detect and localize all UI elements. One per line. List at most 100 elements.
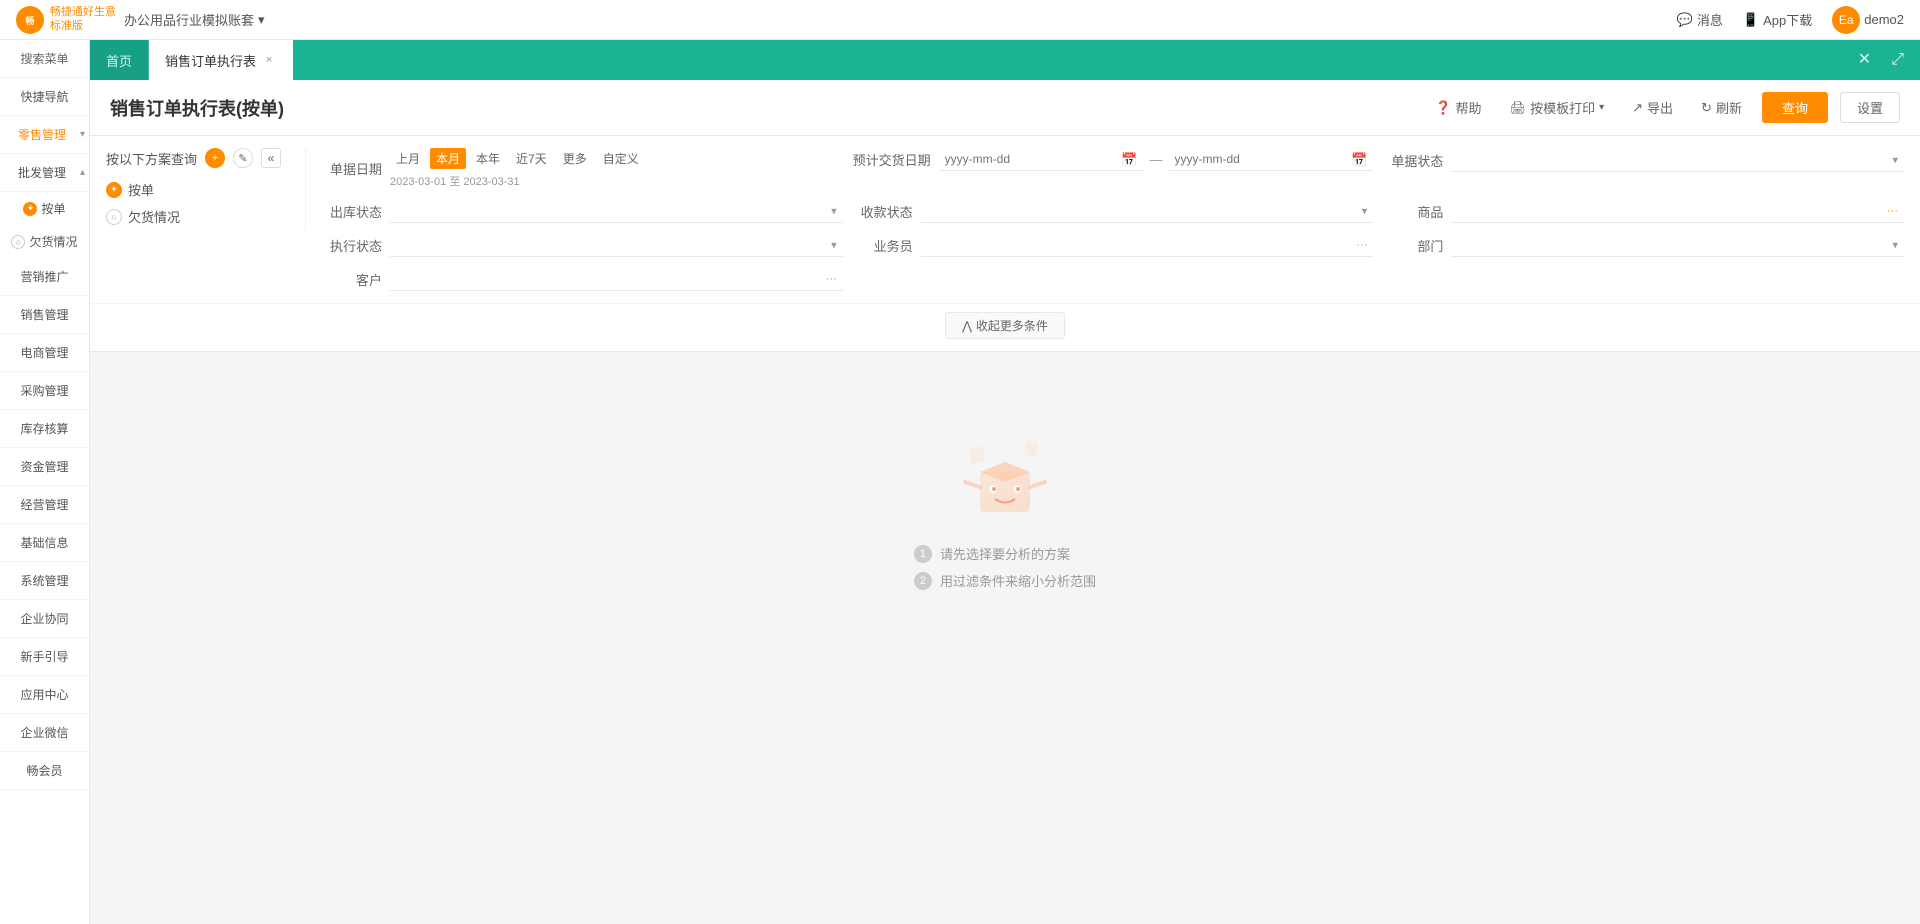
avatar: Ea <box>1832 6 1860 34</box>
collect-status-select[interactable] <box>921 199 1374 223</box>
chevron-down-icon: ▾ <box>258 12 265 28</box>
salesman-more-button[interactable]: ··· <box>1356 239 1367 251</box>
sidebar-item-wholesale[interactable]: 批发管理 ▴ <box>0 154 89 192</box>
logo-text: 畅捷通好生意 标准版 <box>50 6 116 32</box>
query-button[interactable]: 查询 <box>1762 92 1828 123</box>
doc-status-select[interactable] <box>1451 148 1904 172</box>
sidebar-item-purchase[interactable]: 采购管理 <box>0 372 89 410</box>
sidebar-sub-item-shortage[interactable]: ○ 欠货情况 <box>0 225 89 258</box>
empty-tips: 1 请先选择要分析的方案 2 用过滤条件来缩小分析范围 <box>914 544 1096 590</box>
logo-icon: 畅 <box>16 6 44 34</box>
dept-select[interactable] <box>1451 233 1904 257</box>
scheme-dot-icon: ✦ <box>106 182 122 198</box>
filter-exec-status-field: 执行状态 <box>322 233 843 257</box>
filter-fields: 单据日期 上月 本月 本年 近7天 更多 自定义 20 <box>306 148 1904 291</box>
sidebar-item-system[interactable]: 系统管理 <box>0 562 89 600</box>
refresh-icon: ↻ <box>1701 100 1712 116</box>
cur-year-btn[interactable]: 本年 <box>470 148 506 169</box>
sidebar-item-wechat[interactable]: 企业微信 <box>0 714 89 752</box>
salesman-input[interactable] <box>921 233 1374 257</box>
print-button[interactable]: 🖨 按模板打印 <box>1502 94 1613 121</box>
sidebar-item-member[interactable]: 畅会员 <box>0 752 89 790</box>
empty-state: 1 请先选择要分析的方案 2 用过滤条件来缩小分析范围 <box>90 352 1920 670</box>
sidebar-item-quick-nav[interactable]: 快捷导航 <box>0 78 89 116</box>
tab-close-button[interactable]: × <box>262 52 276 68</box>
sidebar-item-retail[interactable]: 零售管理 ▾ <box>0 116 89 154</box>
message-button[interactable]: 💬 消息 <box>1677 10 1723 29</box>
sidebar-item-operations[interactable]: 经营管理 <box>0 486 89 524</box>
tab-sales-order[interactable]: 销售订单执行表 × <box>149 40 293 80</box>
print-icon: 🖨 <box>1510 100 1527 116</box>
filter-ship-status-field: 出库状态 <box>322 199 843 223</box>
filter-bottom: ⋀ 收起更多条件 <box>90 303 1920 351</box>
date-separator: — <box>1150 152 1163 167</box>
collapse-icon: ⋀ <box>962 319 972 333</box>
collapse-filter-button[interactable]: ⋀ 收起更多条件 <box>945 312 1065 339</box>
close-window-button[interactable]: ✕ <box>1850 48 1879 72</box>
filter-expected-date-field: 预计交货日期 📅 — 📅 <box>853 148 1374 171</box>
circle-icon: ○ <box>11 235 25 249</box>
export-button[interactable]: ↗ 导出 <box>1624 94 1681 121</box>
filter-collect-status-field: 收款状态 <box>853 199 1374 223</box>
help-icon: ❓ <box>1435 100 1451 116</box>
goods-more-button[interactable]: ··· <box>1887 205 1898 217</box>
refresh-button[interactable]: ↻ 刷新 <box>1693 94 1750 121</box>
sidebar-item-inventory[interactable]: 库存核算 <box>0 410 89 448</box>
filter-scheme: 按以下方案查询 + ✎ « ✦ 按单 ○ 欠货情况 <box>106 148 306 230</box>
filter-customer-field: 客户 ··· <box>322 267 843 291</box>
sidebar-item-guide[interactable]: 新手引导 <box>0 638 89 676</box>
expected-date-start[interactable] <box>939 148 1144 171</box>
tab-bar-actions: ✕ ⤢ <box>1850 40 1920 80</box>
tab-bar: 首页 销售订单执行表 × ✕ ⤢ <box>90 40 1920 80</box>
filter-panel: 按以下方案查询 + ✎ « ✦ 按单 ○ 欠货情况 <box>90 136 1920 352</box>
date-range-display: 2023-03-01 至 2023-03-31 <box>390 173 843 189</box>
sidebar-search[interactable]: 搜索菜单 <box>0 40 89 78</box>
filter-goods-field: 商品 ··· <box>1383 199 1904 223</box>
ship-status-select[interactable] <box>390 199 843 223</box>
download-icon: 📱 <box>1743 12 1759 28</box>
edit-scheme-button[interactable]: ✎ <box>233 148 253 168</box>
cur-month-btn[interactable]: 本月 <box>430 148 466 169</box>
tab-home[interactable]: 首页 <box>90 40 149 80</box>
user-menu[interactable]: Ea demo2 <box>1832 6 1904 34</box>
customer-more-button[interactable]: ··· <box>826 273 837 285</box>
scheme-item-shortage[interactable]: ○ 欠货情况 <box>106 203 289 230</box>
filter-doc-status-field: 单据状态 <box>1383 148 1904 172</box>
empty-tip-2: 2 用过滤条件来缩小分析范围 <box>914 571 1096 590</box>
sidebar-item-app-center[interactable]: 应用中心 <box>0 676 89 714</box>
search-menu-label[interactable]: 搜索菜单 <box>8 50 81 67</box>
last7days-btn[interactable]: 近7天 <box>510 148 553 169</box>
calendar-icon[interactable]: 📅 <box>1121 152 1137 168</box>
add-scheme-button[interactable]: + <box>205 148 225 168</box>
prev-month-btn[interactable]: 上月 <box>390 148 426 169</box>
top-bar-left: 畅 畅捷通好生意 标准版 办公用品行业模拟账套 ▾ <box>16 6 265 34</box>
message-icon: 💬 <box>1677 12 1693 28</box>
sidebar: 搜索菜单 快捷导航 零售管理 ▾ 批发管理 ▴ ✦ 按单 ○ 欠货情况 营销推广… <box>0 40 90 924</box>
sidebar-item-enterprise[interactable]: 企业协同 <box>0 600 89 638</box>
sidebar-item-finance[interactable]: 资金管理 <box>0 448 89 486</box>
filter-date-field: 单据日期 上月 本月 本年 近7天 更多 自定义 20 <box>322 148 843 189</box>
app-selector[interactable]: 办公用品行业模拟账套 ▾ <box>124 10 265 29</box>
app-download-button[interactable]: 📱 App下载 <box>1743 10 1812 29</box>
customer-input[interactable] <box>390 267 843 291</box>
more-btn[interactable]: 更多 <box>557 148 593 169</box>
exec-status-select[interactable] <box>390 233 843 257</box>
calendar-icon-end[interactable]: 📅 <box>1351 152 1367 168</box>
help-button[interactable]: ❓ 帮助 <box>1427 94 1489 121</box>
custom-btn[interactable]: 自定义 <box>597 148 645 169</box>
goods-input[interactable] <box>1451 199 1904 223</box>
logo-area: 畅 畅捷通好生意 标准版 <box>16 6 116 34</box>
page-header: 销售订单执行表(按单) ❓ 帮助 🖨 按模板打印 ↗ 导出 <box>90 80 1920 136</box>
scheme-item-order[interactable]: ✦ 按单 <box>106 176 289 203</box>
sidebar-sub-item-order[interactable]: ✦ 按单 <box>0 192 89 225</box>
sidebar-item-basic-info[interactable]: 基础信息 <box>0 524 89 562</box>
setting-button[interactable]: 设置 <box>1840 92 1900 123</box>
dot-icon: ✦ <box>23 202 37 216</box>
expected-date-end[interactable] <box>1169 148 1374 171</box>
sidebar-item-ecommerce[interactable]: 电商管理 <box>0 334 89 372</box>
sidebar-item-marketing[interactable]: 营销推广 <box>0 258 89 296</box>
sidebar-item-sales[interactable]: 销售管理 <box>0 296 89 334</box>
collapse-scheme-button[interactable]: « <box>261 148 281 168</box>
scheme-circle-icon: ○ <box>106 209 122 225</box>
maximize-window-button[interactable]: ⤢ <box>1883 48 1912 72</box>
